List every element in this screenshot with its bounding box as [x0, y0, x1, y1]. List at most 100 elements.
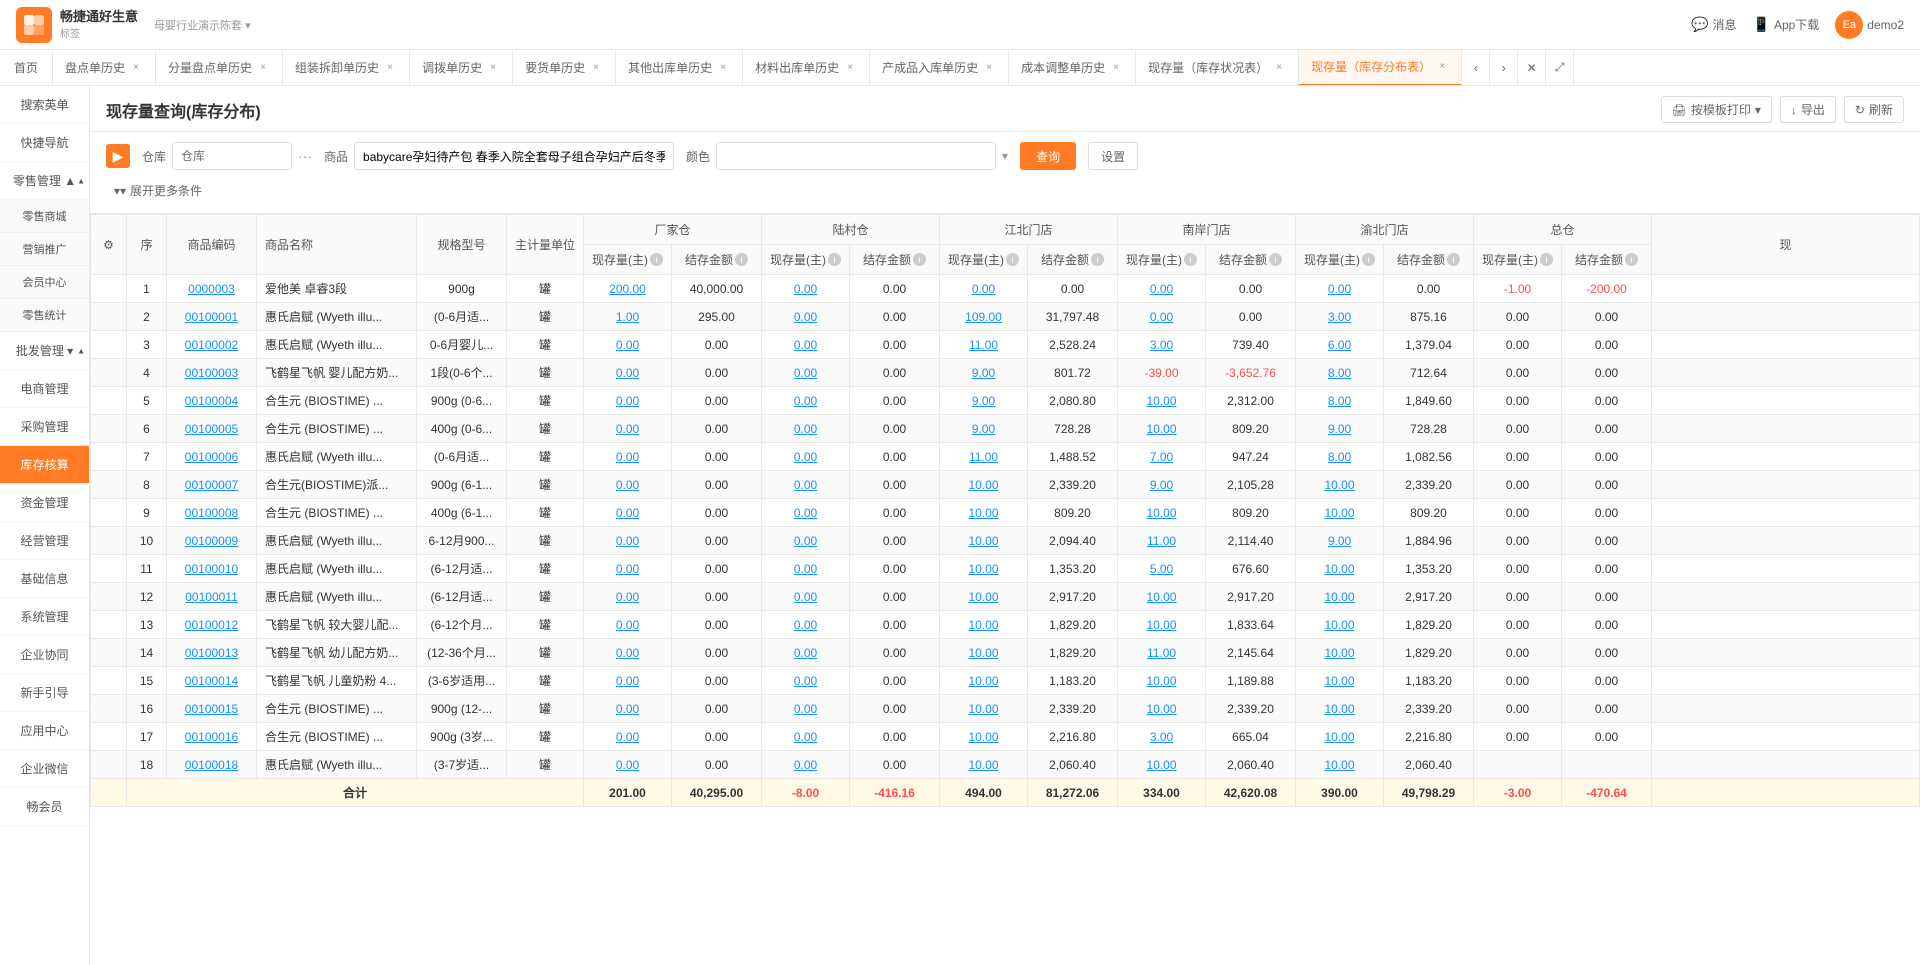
- search-btn[interactable]: 查询: [1020, 142, 1076, 170]
- sidebar-item-purchase[interactable]: 采购管理: [0, 408, 89, 446]
- info-icon-ybqty[interactable]: i: [1362, 253, 1375, 266]
- tab-diaobo[interactable]: 调拨单历史 ×: [410, 50, 513, 86]
- sidebar-item-marketing[interactable]: 营销推广: [0, 233, 89, 266]
- filter-toggle[interactable]: ▶: [106, 144, 130, 168]
- tab-close-pandian[interactable]: ×: [129, 61, 143, 75]
- cell-total-amt: [1562, 751, 1652, 779]
- table-row: 16 00100015 合生元 (BIOSTIME) ... 900g (12-…: [91, 695, 1920, 723]
- color-dropdown-icon[interactable]: ▾: [1002, 149, 1008, 163]
- tab-xiancun-fenbubiao[interactable]: 现存量（库存分布表） ×: [1299, 50, 1462, 86]
- info-icon-ybamt[interactable]: i: [1447, 253, 1460, 266]
- cell-f-amt: 0.00: [672, 471, 762, 499]
- sidebar-item-retail[interactable]: 零售管理 ▲: [0, 162, 89, 200]
- sidebar-item-search[interactable]: 搜索英单: [0, 86, 89, 124]
- cell-gear: [91, 331, 127, 359]
- cell-na-amt: 809.20: [1206, 415, 1296, 443]
- cell-seq: 10: [127, 527, 167, 555]
- tab-home[interactable]: 首页: [0, 50, 53, 86]
- info-icon-naamt[interactable]: i: [1269, 253, 1282, 266]
- cell-l-qty: 0.00: [762, 751, 850, 779]
- sidebar-item-retailstat[interactable]: 零售统计: [0, 299, 89, 332]
- table-row: 2 00100001 惠氏启赋 (Wyeth illu... (0-6月适...…: [91, 303, 1920, 331]
- cell-f-amt: 0.00: [672, 415, 762, 443]
- cell-f-qty: 0.00: [584, 443, 672, 471]
- sidebar-item-retailshop[interactable]: 零售商城: [0, 200, 89, 233]
- cell-l-amt: 0.00: [850, 275, 940, 303]
- info-icon-jbqty[interactable]: i: [1006, 253, 1019, 266]
- info-icon-totalamt[interactable]: i: [1625, 253, 1638, 266]
- filter-area: ▶ 仓库 ··· 商品 颜色 ▾ 查询 设置: [90, 132, 1920, 214]
- tab-close-diaobo[interactable]: ×: [486, 61, 500, 75]
- cell-total-qty: 0.00: [1474, 387, 1562, 415]
- refresh-btn[interactable]: ↻ 刷新: [1844, 96, 1904, 123]
- tab-chancheng[interactable]: 产成品入库单历史 ×: [870, 50, 1009, 86]
- export-btn[interactable]: ↓ 导出: [1780, 96, 1836, 123]
- tab-close-cailiao[interactable]: ×: [843, 61, 857, 75]
- tab-close-fenbubiao[interactable]: ×: [1435, 60, 1449, 74]
- tab-chancheng-label: 产成品入库单历史: [882, 59, 978, 76]
- sidebar-item-member[interactable]: 会员中心: [0, 266, 89, 299]
- sidebar-item-guide[interactable]: 新手引导: [0, 674, 89, 712]
- sidebar-item-wxwork[interactable]: 企业微信: [0, 750, 89, 788]
- tab-close-zuhe[interactable]: ×: [383, 61, 397, 75]
- tab-close-fen-pandian[interactable]: ×: [256, 61, 270, 75]
- info-icon-fqty[interactable]: i: [650, 253, 663, 266]
- info-icon-lamt[interactable]: i: [913, 253, 926, 266]
- tab-nav-expand[interactable]: ⤢: [1546, 50, 1574, 86]
- tab-nav-right[interactable]: ›: [1490, 50, 1518, 86]
- sidebar-item-quicknav[interactable]: 快捷导航: [0, 124, 89, 162]
- tab-cailiao[interactable]: 材料出库单历史 ×: [743, 50, 870, 86]
- cell-na-qty: 0.00: [1118, 275, 1206, 303]
- tab-close-yaohuo[interactable]: ×: [589, 61, 603, 75]
- sidebar-item-member2[interactable]: 畅会员: [0, 788, 89, 826]
- info-icon-famt[interactable]: i: [735, 253, 748, 266]
- tab-pandian[interactable]: 盘点单历史 ×: [53, 50, 156, 86]
- sidebar-item-appcenter[interactable]: 应用中心: [0, 712, 89, 750]
- tab-close-zhuangkuang[interactable]: ×: [1272, 61, 1286, 75]
- cell-l-amt: 0.00: [850, 527, 940, 555]
- tab-zuhe[interactable]: 组装拆卸单历史 ×: [283, 50, 410, 86]
- sidebar-item-inventory[interactable]: 库存核算: [0, 446, 89, 484]
- sidebar-item-basic[interactable]: 基础信息: [0, 560, 89, 598]
- settings-btn[interactable]: 设置: [1088, 142, 1138, 170]
- tab-close-qita[interactable]: ×: [716, 61, 730, 75]
- tab-xiancun-zhuangkuang[interactable]: 现存量（库存状况表） ×: [1136, 50, 1299, 86]
- tab-nav-left[interactable]: ‹: [1462, 50, 1490, 86]
- sidebar-item-ecommerce[interactable]: 电商管理: [0, 370, 89, 408]
- tab-close-chancheng[interactable]: ×: [982, 61, 996, 75]
- tab-qita[interactable]: 其他出库单历史 ×: [616, 50, 743, 86]
- tab-fen-pandian[interactable]: 分量盘点单历史 ×: [156, 50, 283, 86]
- tab-yaohuo[interactable]: 要货单历史 ×: [513, 50, 616, 86]
- color-input[interactable]: [716, 142, 996, 170]
- info-icon-naqty[interactable]: i: [1184, 253, 1197, 266]
- info-icon-lqty[interactable]: i: [828, 253, 841, 266]
- cell-unit: 罐: [507, 387, 584, 415]
- tab-close-chenben[interactable]: ×: [1109, 61, 1123, 75]
- info-icon-jbamt[interactable]: i: [1091, 253, 1104, 266]
- user-profile[interactable]: Ea demo2: [1835, 11, 1904, 39]
- app-download-btn[interactable]: 📱 App下载: [1753, 16, 1820, 33]
- th-gear[interactable]: ⚙: [91, 215, 127, 275]
- cell-na-amt: 2,339.20: [1206, 695, 1296, 723]
- warehouse-input[interactable]: [172, 142, 292, 170]
- tab-chenben[interactable]: 成本调整单历史 ×: [1009, 50, 1136, 86]
- cell-name: 惠氏启赋 (Wyeth illu...: [257, 331, 417, 359]
- cell-unit: 罐: [507, 723, 584, 751]
- cell-yb-amt: 0.00: [1384, 275, 1474, 303]
- sidebar-item-business[interactable]: 经营管理: [0, 522, 89, 560]
- message-btn[interactable]: 💬 消息: [1691, 16, 1736, 33]
- tab-diaobo-label: 调拨单历史: [422, 59, 482, 76]
- cell-gear: [91, 667, 127, 695]
- sidebar-item-collab[interactable]: 企业协同: [0, 636, 89, 674]
- print-btn[interactable]: 🖨 按模板打印 ▾: [1661, 96, 1772, 123]
- expand-btn[interactable]: ▾▾ 展开更多条件: [106, 178, 210, 203]
- table-row: 7 00100006 惠氏启赋 (Wyeth illu... (0-6月适...…: [91, 443, 1920, 471]
- warehouse-ellipsis[interactable]: ···: [298, 148, 312, 164]
- sidebar-item-wholesale[interactable]: 批发管理 ▾: [0, 332, 89, 370]
- info-icon-totalqty[interactable]: i: [1540, 253, 1553, 266]
- goods-input[interactable]: [354, 142, 674, 170]
- tab-nav-close[interactable]: ✕: [1518, 50, 1546, 86]
- sidebar-item-finance[interactable]: 资金管理: [0, 484, 89, 522]
- sidebar-item-system[interactable]: 系统管理: [0, 598, 89, 636]
- th-l-qty: 现存量(主)i: [762, 245, 850, 275]
